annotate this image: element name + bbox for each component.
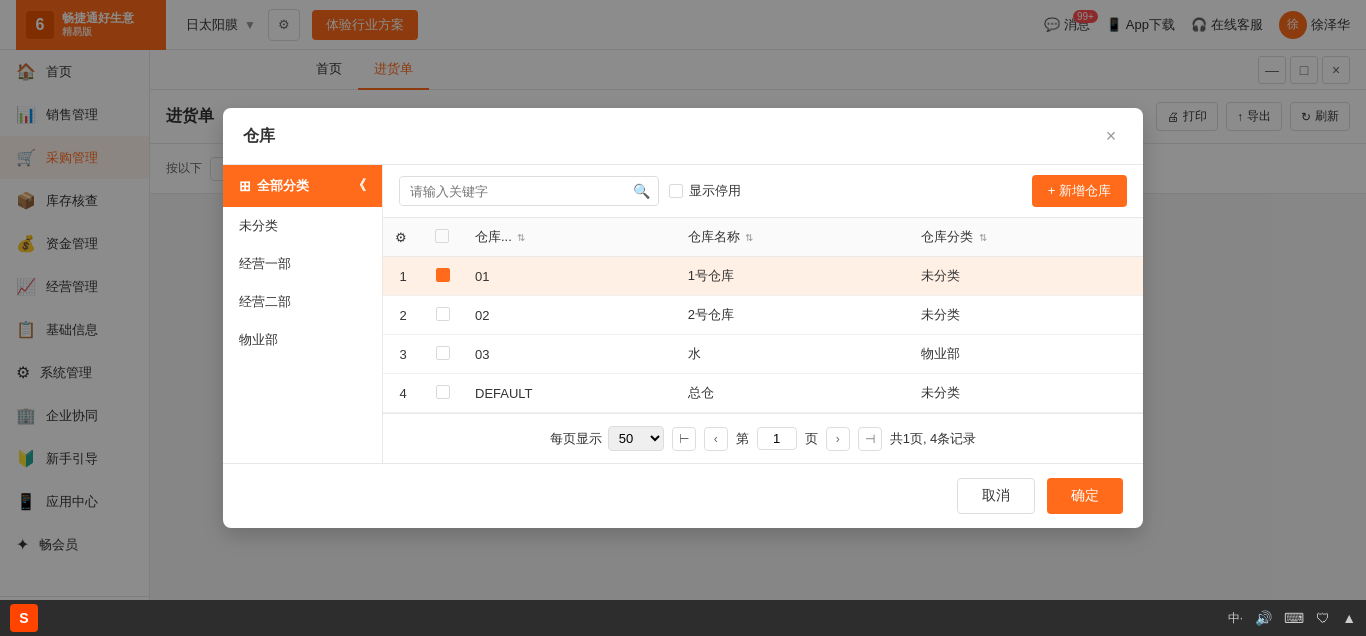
modal-toolbar: 🔍 显示停用 + 新增仓库 [383, 165, 1143, 218]
taskbar: S 中· 🔊 ⌨ 🛡 ▲ [0, 600, 1366, 636]
row-code: DEFAULT [463, 374, 676, 413]
page-next-button[interactable]: › [826, 427, 850, 451]
page-total: 共1页, 4条记录 [890, 430, 977, 448]
row-num: 1 [383, 257, 423, 296]
row-category: 未分类 [909, 374, 1143, 413]
page-prev-button[interactable]: ‹ [704, 427, 728, 451]
grid-icon: ⊞ [239, 178, 251, 194]
th-category[interactable]: 仓库分类 ⇅ [909, 218, 1143, 257]
category-header[interactable]: ⊞ 全部分类 《 [223, 165, 382, 207]
cancel-button[interactable]: 取消 [957, 478, 1035, 514]
sort-icon: ⇅ [979, 232, 987, 243]
modal-title: 仓库 [243, 126, 275, 147]
row-checkbox[interactable] [436, 385, 450, 399]
taskbar-lang-icon[interactable]: 中· [1228, 610, 1243, 627]
th-gear[interactable]: ⚙ [383, 218, 423, 257]
table-body: 1 01 1号仓库 未分类 2 02 2号仓库 未分类 3 03 水 物业部 4 [383, 257, 1143, 413]
row-category: 未分类 [909, 257, 1143, 296]
table-row[interactable]: 3 03 水 物业部 [383, 335, 1143, 374]
row-num: 4 [383, 374, 423, 413]
row-checkbox[interactable] [436, 346, 450, 360]
category-item-property[interactable]: 物业部 [223, 321, 382, 359]
taskbar-audio-icon[interactable]: 🔊 [1255, 610, 1272, 626]
row-code: 01 [463, 257, 676, 296]
search-input[interactable] [400, 178, 625, 205]
row-category: 物业部 [909, 335, 1143, 374]
table-row[interactable]: 2 02 2号仓库 未分类 [383, 296, 1143, 335]
new-warehouse-button[interactable]: + 新增仓库 [1032, 175, 1127, 207]
table-row[interactable]: 4 DEFAULT 总仓 未分类 [383, 374, 1143, 413]
search-input-wrap: 🔍 [399, 176, 659, 206]
show-disabled-checkbox[interactable] [669, 184, 683, 198]
show-disabled-label: 显示停用 [689, 182, 741, 200]
page-first-button[interactable]: ⊢ [672, 427, 696, 451]
modal-pagination: 每页显示 50 10 20 100 ⊢ ‹ 第 页 › ⊣ [383, 413, 1143, 463]
taskbar-security-icon[interactable]: 🛡 [1316, 610, 1330, 626]
row-num: 3 [383, 335, 423, 374]
th-code[interactable]: 仓库... ⇅ [463, 218, 676, 257]
modal-header: 仓库 × [223, 108, 1143, 165]
taskbar-up-icon[interactable]: ▲ [1342, 610, 1356, 626]
table-header-row: ⚙ 仓库... ⇅ 仓库名称 ⇅ [383, 218, 1143, 257]
row-name: 2号仓库 [676, 296, 910, 335]
row-code: 03 [463, 335, 676, 374]
row-checkbox[interactable] [436, 307, 450, 321]
row-name: 水 [676, 335, 910, 374]
category-item-unclassified[interactable]: 未分类 [223, 207, 382, 245]
taskbar-logo: S [10, 604, 38, 632]
table-scroll: ⚙ 仓库... ⇅ 仓库名称 ⇅ [383, 218, 1143, 413]
category-panel: ⊞ 全部分类 《 未分类 经营一部 经营二部 物业部 [223, 165, 383, 463]
warehouse-modal: 仓库 × ⊞ 全部分类 《 未分类 经营一部 经营二部 物业部 [223, 108, 1143, 528]
page-label: 第 [736, 430, 749, 448]
confirm-button[interactable]: 确定 [1047, 478, 1123, 514]
row-category: 未分类 [909, 296, 1143, 335]
sort-icon: ⇅ [745, 232, 753, 243]
page-size-select[interactable]: 50 10 20 100 [608, 426, 664, 451]
row-code: 02 [463, 296, 676, 335]
page-per: 每页显示 50 10 20 100 [550, 426, 664, 451]
row-num: 2 [383, 296, 423, 335]
show-disabled-wrap: 显示停用 [669, 182, 741, 200]
modal-close-button[interactable]: × [1099, 124, 1123, 148]
page-unit: 页 [805, 430, 818, 448]
page-last-button[interactable]: ⊣ [858, 427, 882, 451]
modal-body: ⊞ 全部分类 《 未分类 经营一部 经营二部 物业部 🔍 [223, 165, 1143, 463]
table-row[interactable]: 1 01 1号仓库 未分类 [383, 257, 1143, 296]
modal-overlay: 仓库 × ⊞ 全部分类 《 未分类 经营一部 经营二部 物业部 [0, 0, 1366, 636]
th-check [423, 218, 463, 257]
row-checkbox[interactable] [436, 268, 450, 282]
taskbar-keyboard-icon[interactable]: ⌨ [1284, 610, 1304, 626]
th-name[interactable]: 仓库名称 ⇅ [676, 218, 910, 257]
modal-footer: 取消 确定 [223, 463, 1143, 528]
row-name: 总仓 [676, 374, 910, 413]
taskbar-icons: 中· 🔊 ⌨ 🛡 ▲ [1228, 610, 1356, 627]
row-name: 1号仓库 [676, 257, 910, 296]
collapse-button[interactable]: 《 [352, 177, 366, 195]
select-all-checkbox[interactable] [435, 229, 449, 243]
sort-icon: ⇅ [517, 232, 525, 243]
modal-content-right: 🔍 显示停用 + 新增仓库 ⚙ [383, 165, 1143, 463]
page-number-input[interactable] [757, 427, 797, 450]
warehouse-table: ⚙ 仓库... ⇅ 仓库名称 ⇅ [383, 218, 1143, 413]
category-item-ops2[interactable]: 经营二部 [223, 283, 382, 321]
category-item-ops1[interactable]: 经营一部 [223, 245, 382, 283]
search-icon[interactable]: 🔍 [625, 177, 658, 205]
